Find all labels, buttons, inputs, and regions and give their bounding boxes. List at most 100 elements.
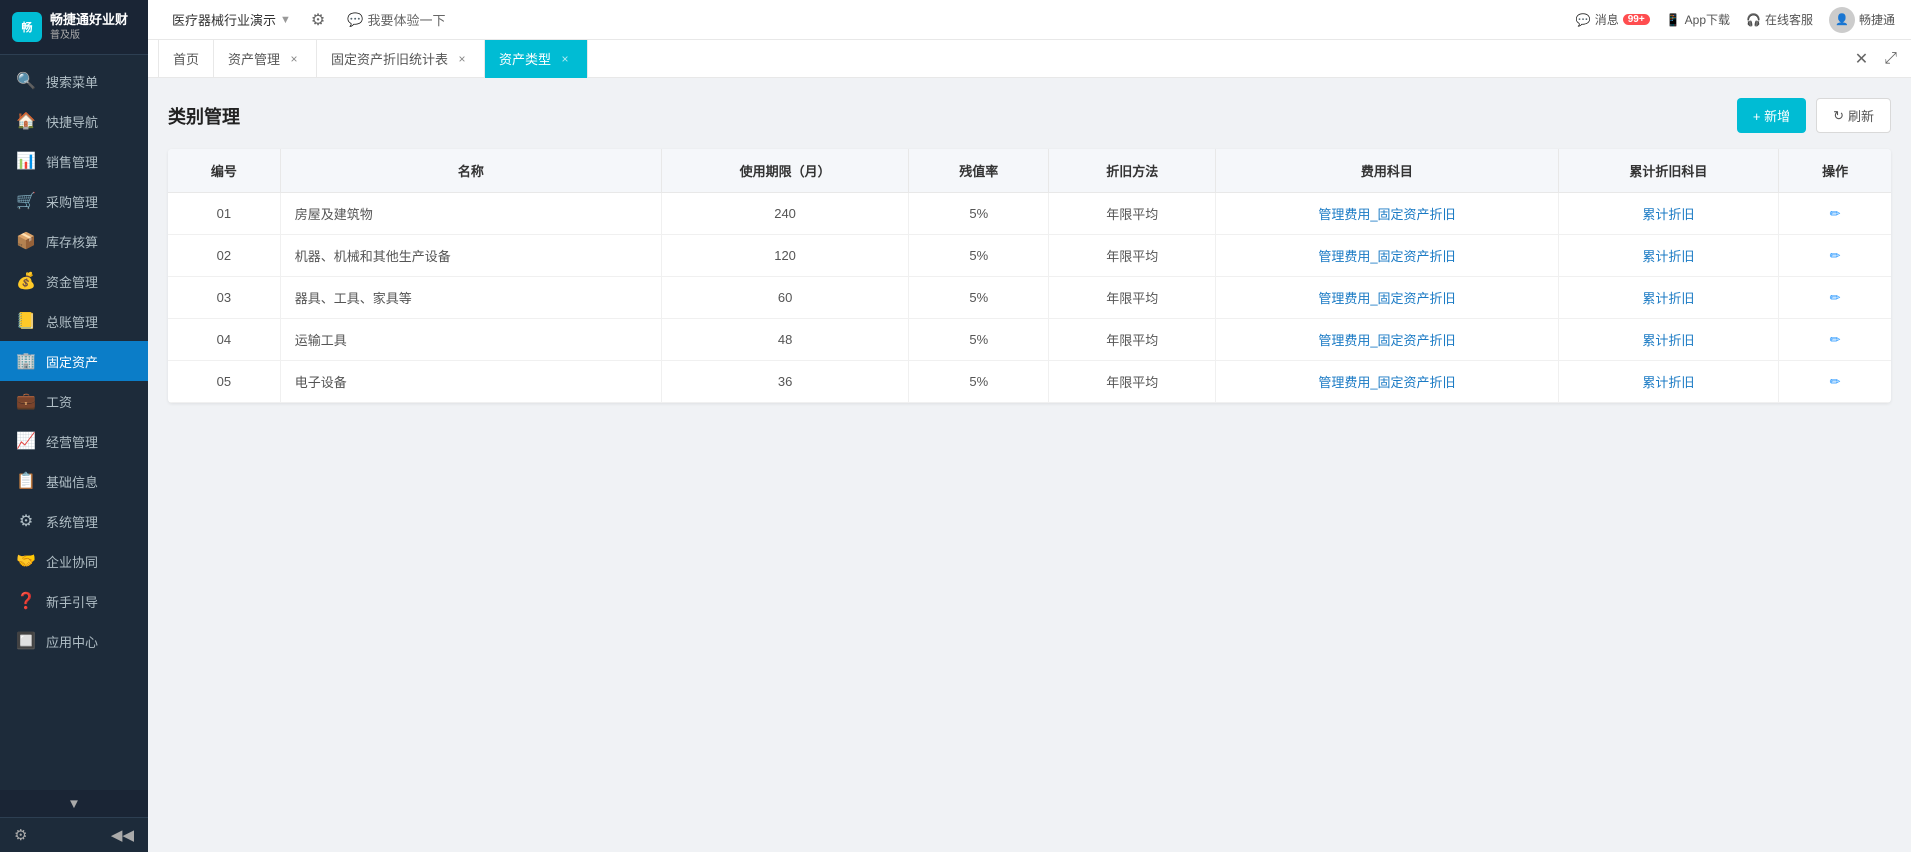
avatar: 👤 [1829,7,1855,33]
sidebar-settings-icon[interactable]: ⚙ [14,826,27,844]
main-area: 医疗器械行业演示 ▼ ⚙ 💬 我要体验一下 💬 消息 99 📱 App下载 🎧 … [148,0,1911,852]
tab-close-asset-mgmt[interactable]: × [286,51,302,67]
nav-label-enterprise: 企业协同 [46,552,98,571]
logo-text: 畅捷通好业财 普及版 [50,12,128,42]
nav-icon-basic-info: 📋 [16,471,36,491]
nav-label-guide: 新手引导 [46,592,98,611]
message-button[interactable]: 💬 消息 99 [1576,11,1650,28]
topbar-gear-icon[interactable]: ⚙ [307,6,329,34]
nav-label-general-ledger: 总账管理 [46,312,98,331]
sidebar-item-system[interactable]: ⚙ 系统管理 [0,501,148,541]
tab-close-asset-type[interactable]: × [557,51,573,67]
trial-button[interactable]: 💬 我要体验一下 [337,6,455,33]
sidebar-item-payroll[interactable]: 💼 工资 [0,381,148,421]
nav-label-search: 搜索菜单 [46,72,98,91]
sidebar-scroll-down[interactable]: ▼ [0,790,148,817]
cell-name: 机器、机械和其他生产设备 [280,235,661,277]
nav-icon-quick-nav: 🏠 [16,111,36,131]
tab-asset-mgmt[interactable]: 资产管理 × [214,40,317,78]
sidebar-item-search[interactable]: 🔍 搜索菜单 [0,61,148,101]
cell-action[interactable]: ✏ [1779,319,1891,361]
industry-selector[interactable]: 医疗器械行业演示 ▼ [164,6,299,33]
cell-action[interactable]: ✏ [1779,193,1891,235]
sidebar-item-fixed-assets[interactable]: 🏢 固定资产 [0,341,148,381]
sidebar-item-sales[interactable]: 📊 销售管理 [0,141,148,181]
nav-label-quick-nav: 快捷导航 [46,112,98,131]
logo-icon: 畅 [12,12,42,42]
industry-chevron-icon: ▼ [280,14,291,26]
message-label: 消息 [1595,11,1619,28]
cell-action[interactable]: ✏ [1779,277,1891,319]
cell-period: 120 [661,235,908,277]
industry-label: 医疗器械行业演示 [172,10,276,29]
cell-expense: 管理费用_固定资产折旧 [1216,277,1558,319]
new-button[interactable]: + 新增 [1737,98,1806,133]
table-header-row: 编号名称使用期限（月）残值率折旧方法费用科目累计折旧科目操作 [168,149,1891,193]
table-row: 01房屋及建筑物2405%年限平均管理费用_固定资产折旧累计折旧✏ [168,193,1891,235]
cell-expense: 管理费用_固定资产折旧 [1216,319,1558,361]
tab-depreciation-table[interactable]: 固定资产折旧统计表× [317,40,485,78]
app-download-button[interactable]: 📱 App下载 [1666,11,1730,28]
cell-accumulated: 累计折旧 [1558,319,1778,361]
cell-residual-rate: 5% [909,277,1049,319]
cell-action[interactable]: ✏ [1779,361,1891,403]
refresh-button[interactable]: ↻ 刷新 [1816,98,1891,133]
sidebar-item-quick-nav[interactable]: 🏠 快捷导航 [0,101,148,141]
nav-label-basic-info: 基础信息 [46,472,98,491]
tab-asset-type[interactable]: 资产类型 × [485,40,588,78]
sidebar-item-general-ledger[interactable]: 📒 总账管理 [0,301,148,341]
nav-label-system: 系统管理 [46,512,98,531]
customer-service-button[interactable]: 🎧 在线客服 [1746,11,1813,28]
tab-label-asset-mgmt: 资产管理 [228,49,280,68]
table-header: 编号名称使用期限（月）残值率折旧方法费用科目累计折旧科目操作 [168,149,1891,193]
cell-name: 运输工具 [280,319,661,361]
sidebar-item-guide[interactable]: ❓ 新手引导 [0,581,148,621]
app-download-label: App下载 [1685,11,1730,28]
tab-home[interactable]: 首页 [158,40,214,78]
tab-close-depreciation-table[interactable]: × [454,51,470,67]
cell-residual-rate: 5% [909,193,1049,235]
col-header: 累计折旧科目 [1558,149,1778,193]
page-title: 类别管理 [168,103,240,129]
col-header: 编号 [168,149,280,193]
user-menu-button[interactable]: 👤 畅捷通 [1829,7,1895,33]
content-area: 类别管理 + 新增 ↻ 刷新 编号名称使用期限（月）残值率折旧方法费用科目累计折… [148,78,1911,852]
sidebar-item-inventory[interactable]: 📦 库存核算 [0,221,148,261]
trial-label: 我要体验一下 [367,10,445,29]
cell-period: 60 [661,277,908,319]
sidebar-item-enterprise[interactable]: 🤝 企业协同 [0,541,148,581]
nav-icon-payroll: 💼 [16,391,36,411]
table-body: 01房屋及建筑物2405%年限平均管理费用_固定资产折旧累计折旧✏02机器、机械… [168,193,1891,403]
expand-tab-icon[interactable]: ⤢ [1880,46,1901,72]
nav-icon-system: ⚙ [16,511,36,531]
cell-residual-rate: 5% [909,361,1049,403]
table-row: 05电子设备365%年限平均管理费用_固定资产折旧累计折旧✏ [168,361,1891,403]
cell-code: 01 [168,193,280,235]
sidebar-item-funds[interactable]: 💰 资金管理 [0,261,148,301]
table-row: 02机器、机械和其他生产设备1205%年限平均管理费用_固定资产折旧累计折旧✏ [168,235,1891,277]
cell-action[interactable]: ✏ [1779,235,1891,277]
tab-label-asset-type: 资产类型 [499,49,551,68]
nav-icon-purchase: 🛒 [16,191,36,211]
page-header: 类别管理 + 新增 ↻ 刷新 [168,98,1891,133]
nav-label-fixed-assets: 固定资产 [46,352,98,371]
nav-label-inventory: 库存核算 [46,232,98,251]
trial-chat-icon: 💬 [347,12,363,28]
sidebar-collapse-icon[interactable]: ◀◀ [111,826,134,844]
topbar-left: 医疗器械行业演示 ▼ ⚙ 💬 我要体验一下 [164,6,1564,34]
nav-label-apps: 应用中心 [46,632,98,651]
nav-icon-fixed-assets: 🏢 [16,351,36,371]
cell-name: 房屋及建筑物 [280,193,661,235]
nav-icon-apps: 🔲 [16,631,36,651]
sidebar-item-basic-info[interactable]: 📋 基础信息 [0,461,148,501]
sidebar-item-operations[interactable]: 📈 经营管理 [0,421,148,461]
sidebar-item-apps[interactable]: 🔲 应用中心 [0,621,148,661]
cell-method: 年限平均 [1049,277,1216,319]
cell-name: 电子设备 [280,361,661,403]
col-header: 折旧方法 [1049,149,1216,193]
nav-label-sales: 销售管理 [46,152,98,171]
nav-label-payroll: 工资 [46,392,72,411]
nav-icon-enterprise: 🤝 [16,551,36,571]
sidebar-item-purchase[interactable]: 🛒 采购管理 [0,181,148,221]
close-tab-icon[interactable]: ✕ [1851,45,1872,73]
